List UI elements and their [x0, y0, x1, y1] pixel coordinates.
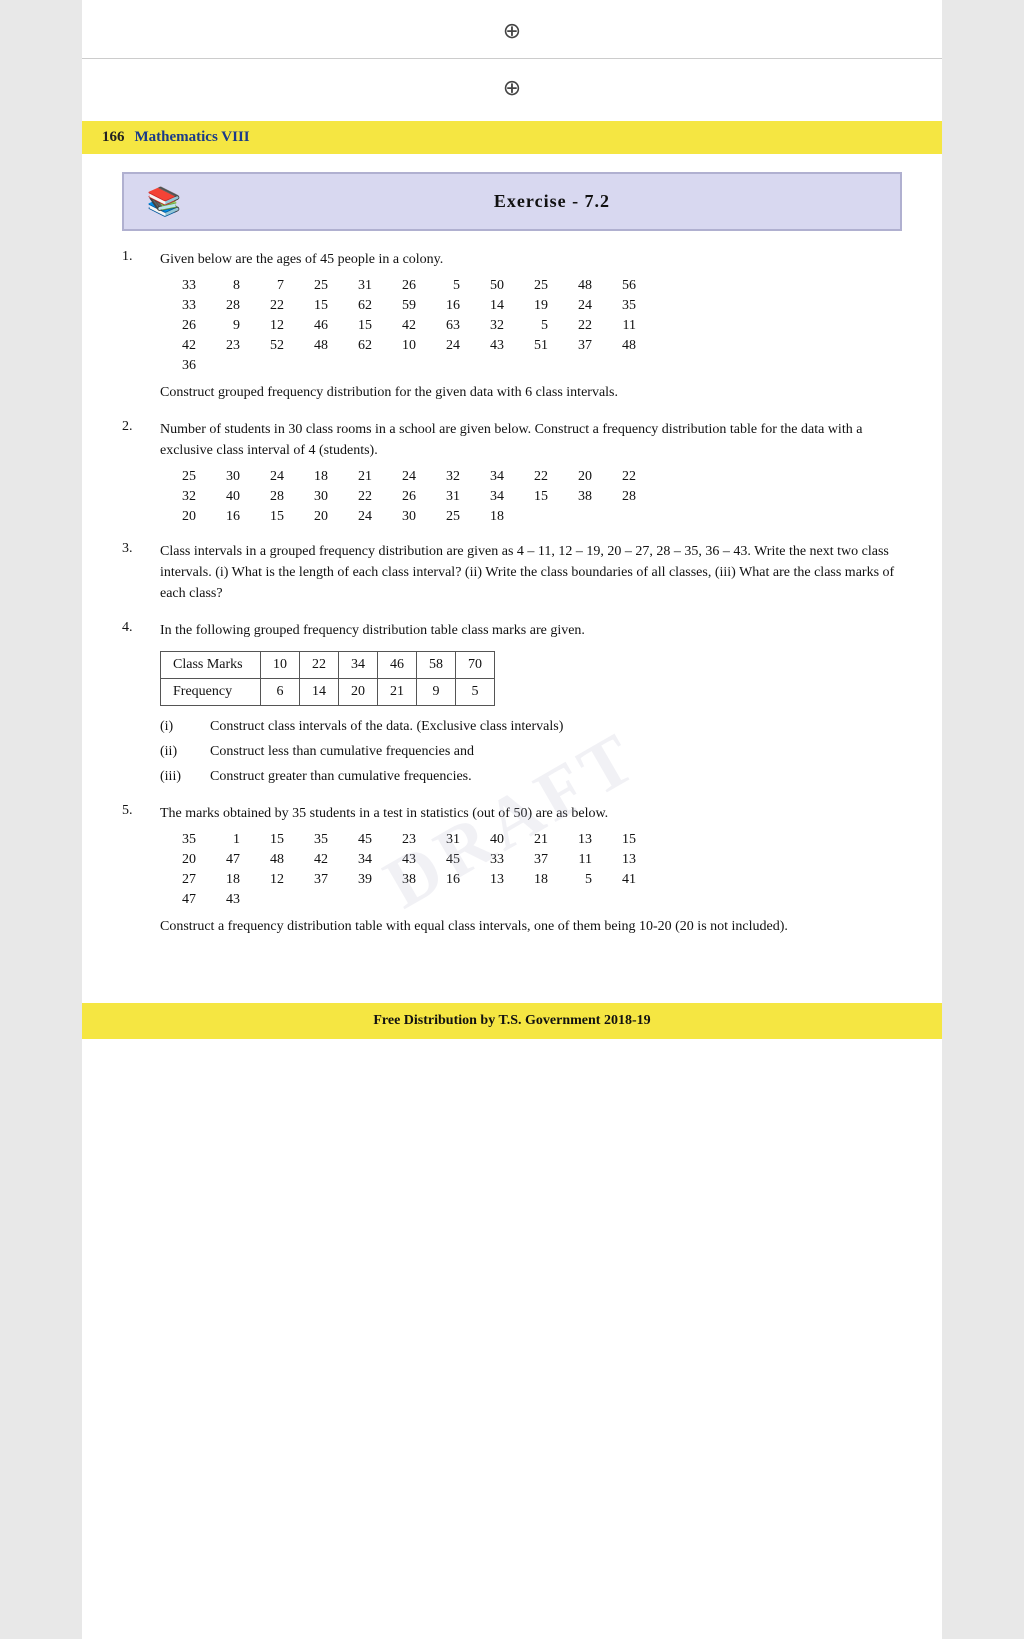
table-cell-46: 46 — [378, 652, 417, 679]
q4-sub1-label: (i) — [160, 716, 198, 737]
content-area: 📚 Exercise - 7.2 1. Given below are the … — [82, 172, 942, 973]
table-cell-freq-14: 14 — [300, 679, 339, 706]
footer-bar: Free Distribution by T.S. Government 201… — [82, 1003, 942, 1039]
table-cell-freq-21: 21 — [378, 679, 417, 706]
table-cell-58: 58 — [417, 652, 456, 679]
q1-row4: 4223524862102443513748 — [160, 338, 902, 354]
q5-row4: 4743 — [160, 892, 902, 908]
q4-sub1: (i) Construct class intervals of the dat… — [160, 716, 902, 737]
table-cell-classmarks-label: Class Marks — [161, 652, 261, 679]
table-cell-freq-label: Frequency — [161, 679, 261, 706]
q1-row5: 36 — [160, 358, 902, 374]
q5-data: 351153545233140211315 204748423443453337… — [160, 832, 902, 908]
question-1: 1. Given below are the ages of 45 people… — [122, 249, 902, 403]
q4-sub2-text: Construct less than cumulative frequenci… — [210, 741, 474, 762]
table-cell-freq-6: 6 — [261, 679, 300, 706]
q2-row3: 2016152024302518 — [160, 509, 902, 525]
q1-data: 3387253126550254856 33282215625916141924… — [160, 278, 902, 374]
q2-data: 2530241821243234222022 32402830222631341… — [160, 469, 902, 525]
exercise-icon: 📚 — [124, 174, 204, 229]
q3-num: 3. — [122, 541, 150, 604]
table-cell-freq-20: 20 — [339, 679, 378, 706]
q5-instruction: Construct a frequency distribution table… — [160, 916, 902, 937]
exercise-title: Exercise - 7.2 — [204, 191, 900, 212]
q4-num: 4. — [122, 620, 150, 641]
footer-text: Free Distribution by T.S. Government 201… — [373, 1013, 650, 1028]
q2-num: 2. — [122, 419, 150, 461]
q2-row2: 3240283022263134153828 — [160, 489, 902, 505]
top-divider — [82, 58, 942, 59]
q4-sub2: (ii) Construct less than cumulative freq… — [160, 741, 902, 762]
question-4: 4. In the following grouped frequency di… — [122, 620, 902, 787]
q5-row3: 271812373938161318541 — [160, 872, 902, 888]
table-row-frequency: Frequency 6 14 20 21 9 5 — [161, 679, 495, 706]
question-5: 5. The marks obtained by 35 students in … — [122, 803, 902, 937]
top-crosshair-icon: ⊕ — [503, 18, 521, 43]
table-cell-70: 70 — [456, 652, 495, 679]
q4-sub3-text: Construct greater than cumulative freque… — [210, 766, 472, 787]
page-number: 166 — [102, 129, 125, 146]
q1-row1: 3387253126550254856 — [160, 278, 902, 294]
second-crosshair-icon: ⊕ — [503, 75, 521, 100]
q4-sub3-label: (iii) — [160, 766, 198, 787]
q5-text: The marks obtained by 35 students in a t… — [160, 803, 608, 824]
q3-text: Class intervals in a grouped frequency d… — [160, 541, 902, 604]
q2-text: Number of students in 30 class rooms in … — [160, 419, 902, 461]
q5-row2: 2047484234434533371113 — [160, 852, 902, 868]
q4-sub1-text: Construct class intervals of the data. (… — [210, 716, 563, 737]
table-cell-22: 22 — [300, 652, 339, 679]
q1-row2: 3328221562591614192435 — [160, 298, 902, 314]
exercise-box: 📚 Exercise - 7.2 — [122, 172, 902, 231]
question-2: 2. Number of students in 30 class rooms … — [122, 419, 902, 525]
q1-instruction: Construct grouped frequency distribution… — [160, 382, 902, 403]
q1-row3: 26912461542633252211 — [160, 318, 902, 334]
question-3: 3. Class intervals in a grouped frequenc… — [122, 541, 902, 604]
q4-sub3: (iii) Construct greater than cumulative … — [160, 766, 902, 787]
table-cell-10: 10 — [261, 652, 300, 679]
frequency-table: Class Marks 10 22 34 46 58 70 Frequency … — [160, 651, 495, 706]
q4-sub2-label: (ii) — [160, 741, 198, 762]
q1-num: 1. — [122, 249, 150, 270]
table-row-header: Class Marks 10 22 34 46 58 70 — [161, 652, 495, 679]
q5-row1: 351153545233140211315 — [160, 832, 902, 848]
table-cell-34: 34 — [339, 652, 378, 679]
q2-row1: 2530241821243234222022 — [160, 469, 902, 485]
book-title: Mathematics VIII — [135, 129, 250, 146]
header-bar: 166 Mathematics VIII — [82, 121, 942, 154]
table-cell-freq-9: 9 — [417, 679, 456, 706]
q4-text: In the following grouped frequency distr… — [160, 620, 585, 641]
table-cell-freq-5: 5 — [456, 679, 495, 706]
q5-num: 5. — [122, 803, 150, 824]
q1-text: Given below are the ages of 45 people in… — [160, 249, 443, 270]
